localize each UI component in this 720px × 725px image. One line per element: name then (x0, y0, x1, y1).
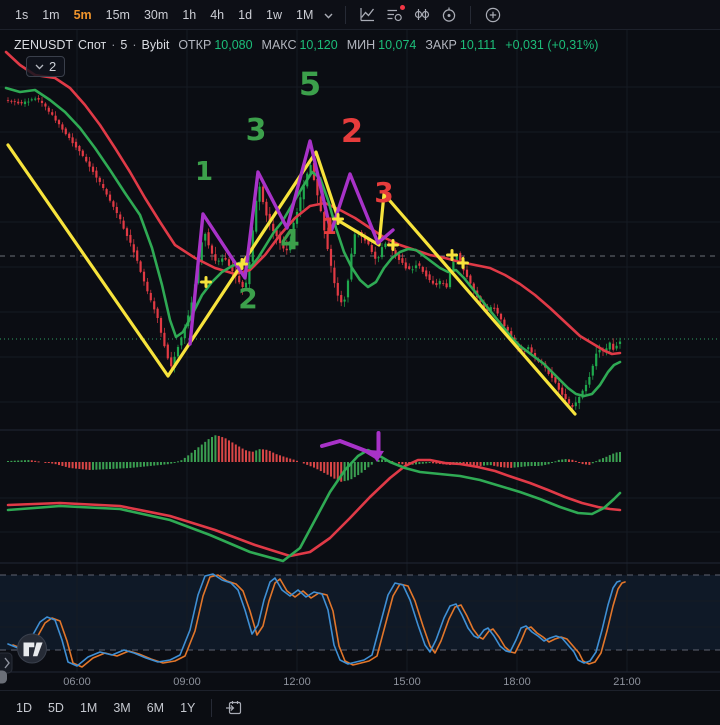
range-button-1D[interactable]: 1D (8, 698, 40, 718)
chevron-down-icon (35, 64, 44, 70)
timeframe-button-5m[interactable]: 5m (67, 5, 99, 25)
ohlc-label: МИН (346, 38, 376, 52)
range-button-1Y[interactable]: 1Y (172, 698, 203, 718)
timeframe-button-1d[interactable]: 1d (231, 5, 259, 25)
indicator-count: 2 (49, 59, 57, 74)
wave-label-red-2[interactable]: 2 (341, 115, 363, 147)
bottom-toolbar: 1D 5D 1M 3M 6M 1Y (0, 690, 720, 725)
target-glyph (442, 7, 456, 22)
wave-label-green-2[interactable]: 2 (238, 285, 257, 313)
timeframe-button-1M[interactable]: 1M (289, 5, 320, 25)
top-toolbar: 1s 1m 5m 15m 30m 1h 4h 1d 1w 1M (0, 0, 720, 30)
wave-label-green-4[interactable]: 4 (280, 226, 299, 254)
wave-label-red-1[interactable]: 1 (321, 217, 336, 239)
compare-glyph (414, 9, 429, 20)
ohlc-label: ОТКР (178, 38, 212, 52)
toolbar-divider (211, 699, 213, 717)
ohlc-value: 10,074 (378, 38, 417, 52)
calendar-glyph (225, 701, 241, 715)
toolbar-divider (345, 5, 347, 24)
time-axis-label: 21:00 (613, 676, 641, 688)
ohlc-value: 10,111 (459, 38, 497, 52)
wave-label-green-1[interactable]: 1 (195, 159, 213, 185)
timeframe-button-30m[interactable]: 30m (137, 5, 175, 25)
plus-circle-icon[interactable] (480, 2, 505, 27)
compare-icon[interactable] (409, 2, 434, 27)
target-icon[interactable] (436, 2, 461, 27)
timeframe-dropdown-button[interactable] (320, 5, 337, 24)
purple-arrow-drawing[interactable] (320, 431, 384, 462)
indicator-count-badge[interactable]: 2 (26, 56, 66, 77)
timeframe-button-1w[interactable]: 1w (259, 5, 289, 25)
go-to-date-icon[interactable] (221, 696, 246, 721)
timeframe-button-1s[interactable]: 1s (8, 5, 35, 25)
market-type: Спот (78, 38, 107, 52)
macd-histogram (7, 435, 621, 482)
range-button-6M[interactable]: 6M (139, 698, 172, 718)
line-chart-glyph (360, 8, 375, 22)
timeframe-button-1h[interactable]: 1h (175, 5, 203, 25)
ohlc-values: ОТКР 10,080 МАКС 10,120 МИН 10,074 ЗАКР 10,111 (169, 38, 496, 52)
range-group: 1D 5D 1M 3M 6M 1Y (8, 698, 203, 718)
indicators-template-icon[interactable] (382, 2, 407, 27)
time-axis-label: 12:00 (283, 676, 311, 688)
yellow-trendline-drawing[interactable] (6, 143, 577, 416)
chevron-down-icon (324, 13, 333, 19)
line-chart-icon[interactable] (355, 2, 380, 27)
timeframe-group: 1s 1m 5m 15m 30m 1h 4h 1d 1w 1M (8, 5, 320, 25)
timeframe-button-15m[interactable]: 15m (99, 5, 137, 25)
time-axis-label: 06:00 (63, 676, 91, 688)
toolbar-divider (470, 5, 472, 24)
symbol-title: ZENUSDT (14, 38, 74, 52)
price-chart-canvas (0, 30, 720, 684)
exchange-label: Bybit (141, 38, 170, 52)
range-button-3M[interactable]: 3M (105, 698, 138, 718)
plus-circle-glyph (485, 7, 501, 22)
pane-collapse-tab[interactable] (0, 652, 13, 674)
range-button-1M[interactable]: 1M (72, 698, 105, 718)
wave-label-red-3[interactable]: 3 (374, 179, 393, 207)
ohlc-label: ЗАКР (425, 38, 457, 52)
ohlc-value: 10,120 (299, 38, 338, 52)
symbol-legend: ZENUSDT Спот · 5 · Bybit ОТКР 10,080 МАКС 1… (14, 38, 599, 52)
time-axis-label: 09:00 (173, 676, 201, 688)
ohlc-label: МАКС (261, 38, 297, 52)
trading-chart-app: 12345123 1s1m5m15m30m1h4h1d1w1M (0, 0, 720, 725)
notification-dot (400, 5, 406, 10)
change-value: +0,031 (+0,31%) (505, 38, 599, 52)
range-button-5D[interactable]: 5D (40, 698, 72, 718)
ohlc-value: 10,080 (214, 38, 253, 52)
timeframe-button-4h[interactable]: 4h (203, 5, 231, 25)
tradingview-logo[interactable] (17, 633, 47, 664)
wave-label-green-3[interactable]: 3 (246, 116, 267, 146)
wave-label-green-5[interactable]: 5 (299, 68, 321, 100)
time-axis-label: 18:00 (503, 676, 531, 688)
timeframe-button-1m[interactable]: 1m (35, 5, 66, 25)
time-axis[interactable]: 06:00 09:00 12:00 15:00 18:00 21:00 (0, 672, 720, 690)
interval-label: 5 (120, 38, 128, 52)
time-axis-label: 15:00 (393, 676, 421, 688)
